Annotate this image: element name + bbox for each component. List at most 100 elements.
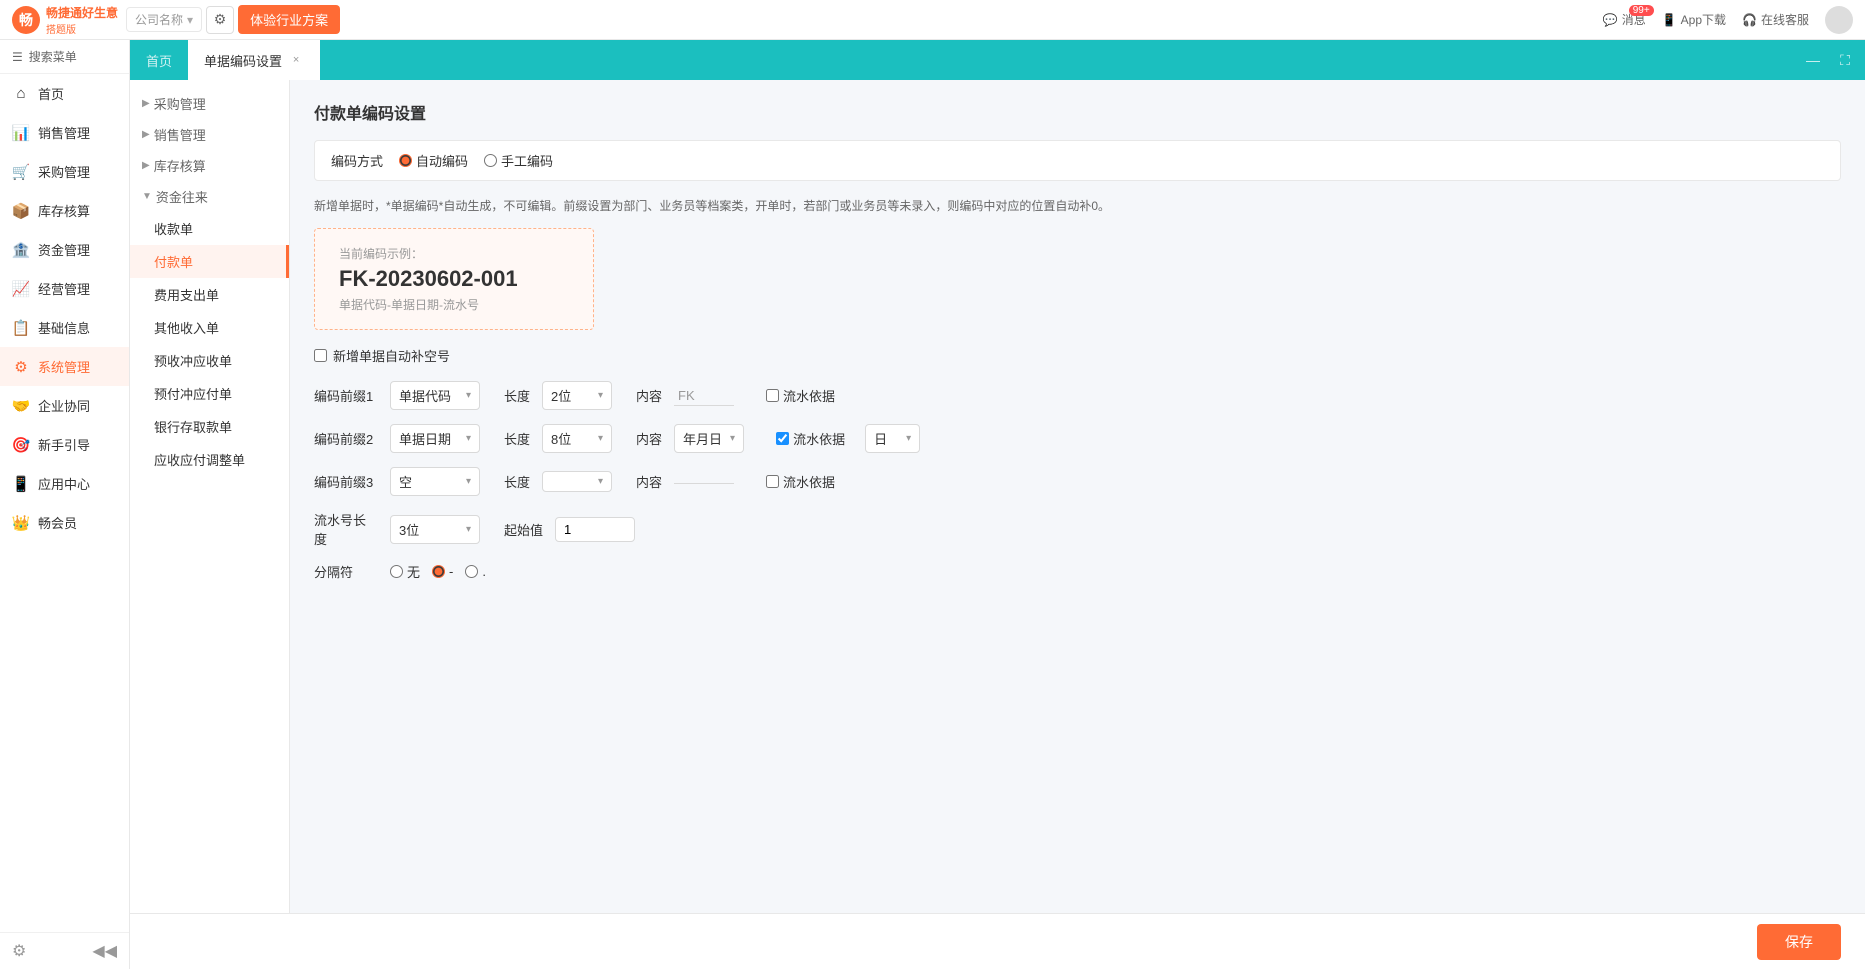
sidebar-item-purchase[interactable]: 🛒 采购管理 <box>0 152 129 191</box>
basic-icon: 📋 <box>12 319 30 337</box>
app-download-btn[interactable]: 📱 App下载 <box>1662 11 1726 28</box>
sidebar-item-member[interactable]: 👑 畅会员 <box>0 503 129 542</box>
sidebar-item-basic[interactable]: 📋 基础信息 <box>0 308 129 347</box>
left-nav-group-purchase-header[interactable]: ▶ 采购管理 <box>130 88 289 119</box>
prefix2-content-select[interactable]: 年月日 ▾ <box>674 424 744 453</box>
prefix3-stream-checkbox[interactable] <box>766 475 779 488</box>
arrow-icon: ▶ <box>142 98 150 109</box>
prefix2-granularity-select[interactable]: 日 ▾ <box>865 424 920 453</box>
tab-bar: 首页 单据编码设置 × — ⛶ <box>130 40 1865 80</box>
sidebar-collapse-icon[interactable]: ◀◀ <box>92 941 117 961</box>
sep-dot-option[interactable]: . <box>465 564 486 579</box>
prefix3-length-caret: ▾ <box>590 476 603 487</box>
service-btn[interactable]: 🎧 在线客服 <box>1742 11 1809 28</box>
prefix2-select[interactable]: 单据日期 ▾ <box>390 424 480 453</box>
tab-minimize-btn[interactable]: — <box>1801 48 1825 72</box>
prefix2-content-label: 内容 <box>636 429 662 448</box>
sidebar-settings-icon[interactable]: ⚙ <box>12 941 26 961</box>
left-nav-group-sales-header[interactable]: ▶ 销售管理 <box>130 119 289 150</box>
service-icon: 🎧 <box>1742 13 1757 27</box>
tab-home[interactable]: 首页 <box>130 40 188 80</box>
prefix1-stream-label[interactable]: 流水依据 <box>783 386 835 405</box>
left-nav-group-sales: ▶ 销售管理 <box>130 119 289 150</box>
serial-length-value: 3位 <box>399 520 419 539</box>
search-menu-btn[interactable]: ☰ 搜索菜单 <box>0 40 129 74</box>
left-nav-item-advance-recv[interactable]: 预收冲应收单 <box>130 344 289 377</box>
tab-maximize-btn[interactable]: ⛶ <box>1833 48 1857 72</box>
auto-encode-option[interactable]: 自动编码 <box>399 151 468 170</box>
sep-none-radio[interactable] <box>390 565 403 578</box>
left-nav-item-advance-pay[interactable]: 预付冲应付单 <box>130 377 289 410</box>
sidebar-item-system[interactable]: ⚙ 系统管理 <box>0 347 129 386</box>
top-bar-left: 畅 畅捷通好生意 搭题版 公司名称 ▾ ⚙ 体验行业方案 <box>12 4 340 36</box>
left-nav-item-payment[interactable]: 付款单 <box>130 245 289 278</box>
save-button[interactable]: 保存 <box>1757 924 1841 960</box>
sep-dot-radio[interactable] <box>465 565 478 578</box>
user-avatar[interactable] <box>1825 6 1853 34</box>
prefix3-row: 编码前缀3 空 ▾ 长度 ▾ 内容 流水依据 <box>314 467 1841 496</box>
left-nav-item-income[interactable]: 其他收入单 <box>130 311 289 344</box>
sep-dash-option[interactable]: - <box>432 564 453 579</box>
auto-fill-label[interactable]: 新增单据自动补空号 <box>333 346 450 365</box>
sidebar-item-home[interactable]: ⌂ 首页 <box>0 74 129 113</box>
separator-options: 无 - . <box>390 562 486 581</box>
prefix1-stream-checkbox[interactable] <box>766 389 779 402</box>
encoding-method-section: 编码方式 自动编码 手工编码 <box>314 140 1841 181</box>
prefix1-length-caret: ▾ <box>590 390 603 401</box>
serial-start-input[interactable] <box>555 517 635 542</box>
sidebar-item-operation[interactable]: 📈 经营管理 <box>0 269 129 308</box>
manual-encode-radio[interactable] <box>484 154 497 167</box>
prefix2-granularity-value: 日 <box>874 429 887 448</box>
prefix2-content-caret: ▾ <box>722 433 735 444</box>
sidebar-item-guide[interactable]: 🎯 新手引导 <box>0 425 129 464</box>
prefix2-stream-group: 流水依据 <box>776 429 845 448</box>
brand-sub-text: 搭题版 <box>46 21 118 36</box>
sidebar-item-inventory[interactable]: 📦 库存核算 <box>0 191 129 230</box>
prefix2-length-value: 8位 <box>551 429 571 448</box>
sep-none-option[interactable]: 无 <box>390 562 420 581</box>
prefix2-stream-label[interactable]: 流水依据 <box>793 429 845 448</box>
industry-btn[interactable]: 体验行业方案 <box>238 5 340 34</box>
prefix1-length-select[interactable]: 2位 ▾ <box>542 381 612 410</box>
message-btn[interactable]: 💬 消息 99+ <box>1603 11 1646 28</box>
prefix2-length-select[interactable]: 8位 ▾ <box>542 424 612 453</box>
sidebar-item-sales[interactable]: 📊 销售管理 <box>0 113 129 152</box>
left-nav-item-adjust[interactable]: 应收应付调整单 <box>130 443 289 476</box>
main-panel: 付款单编码设置 编码方式 自动编码 手工编码 新增单据时，*单据编码*自动生成，… <box>290 80 1865 913</box>
guide-icon: 🎯 <box>12 436 30 454</box>
left-nav-group-inventory-header[interactable]: ▶ 库存核算 <box>130 150 289 181</box>
prefix3-length-select[interactable]: ▾ <box>542 471 612 492</box>
tab-encoding[interactable]: 单据编码设置 × <box>188 40 320 80</box>
auto-fill-checkbox[interactable] <box>314 349 327 362</box>
search-menu-label: 搜索菜单 <box>29 48 77 65</box>
settings-btn[interactable]: ⚙ <box>206 6 234 34</box>
prefix3-value: 空 <box>399 472 412 491</box>
sidebar-item-app[interactable]: 📱 应用中心 <box>0 464 129 503</box>
left-nav-item-expense[interactable]: 费用支出单 <box>130 278 289 311</box>
prefix1-select[interactable]: 单据代码 ▾ <box>390 381 480 410</box>
app-icon: 📱 <box>1662 13 1677 27</box>
left-nav-item-bank[interactable]: 银行存取款单 <box>130 410 289 443</box>
encoding-method-label: 编码方式 <box>331 151 383 170</box>
prefix2-stream-checkbox[interactable] <box>776 432 789 445</box>
left-nav-inventory-label: 库存核算 <box>154 156 206 175</box>
prefix3-select[interactable]: 空 ▾ <box>390 467 480 496</box>
app-label: App下载 <box>1681 11 1726 28</box>
sidebar-item-finance[interactable]: 🏦 资金管理 <box>0 230 129 269</box>
prefix3-stream-label[interactable]: 流水依据 <box>783 472 835 491</box>
auto-fill-row: 新增单据自动补空号 <box>314 346 1841 365</box>
serial-length-select[interactable]: 3位 ▾ <box>390 515 480 544</box>
prefix2-granularity-caret: ▾ <box>898 433 911 444</box>
arrow-icon-3: ▶ <box>142 160 150 171</box>
tab-encoding-close[interactable]: × <box>288 52 304 68</box>
company-select[interactable]: 公司名称 ▾ <box>126 7 202 32</box>
left-nav-group-finance-header[interactable]: ▼ 资金往来 <box>130 181 289 212</box>
auto-encode-radio[interactable] <box>399 154 412 167</box>
finance-icon: 🏦 <box>12 241 30 259</box>
sep-dash-radio[interactable] <box>432 565 445 578</box>
left-nav-item-receipt[interactable]: 收款单 <box>130 212 289 245</box>
sidebar-item-corp[interactable]: 🤝 企业协同 <box>0 386 129 425</box>
left-nav-group-purchase: ▶ 采购管理 <box>130 88 289 119</box>
info-text: 新增单据时，*单据编码*自动生成，不可编辑。前缀设置为部门、业务员等档案类，开单… <box>314 197 1841 216</box>
manual-encode-option[interactable]: 手工编码 <box>484 151 553 170</box>
